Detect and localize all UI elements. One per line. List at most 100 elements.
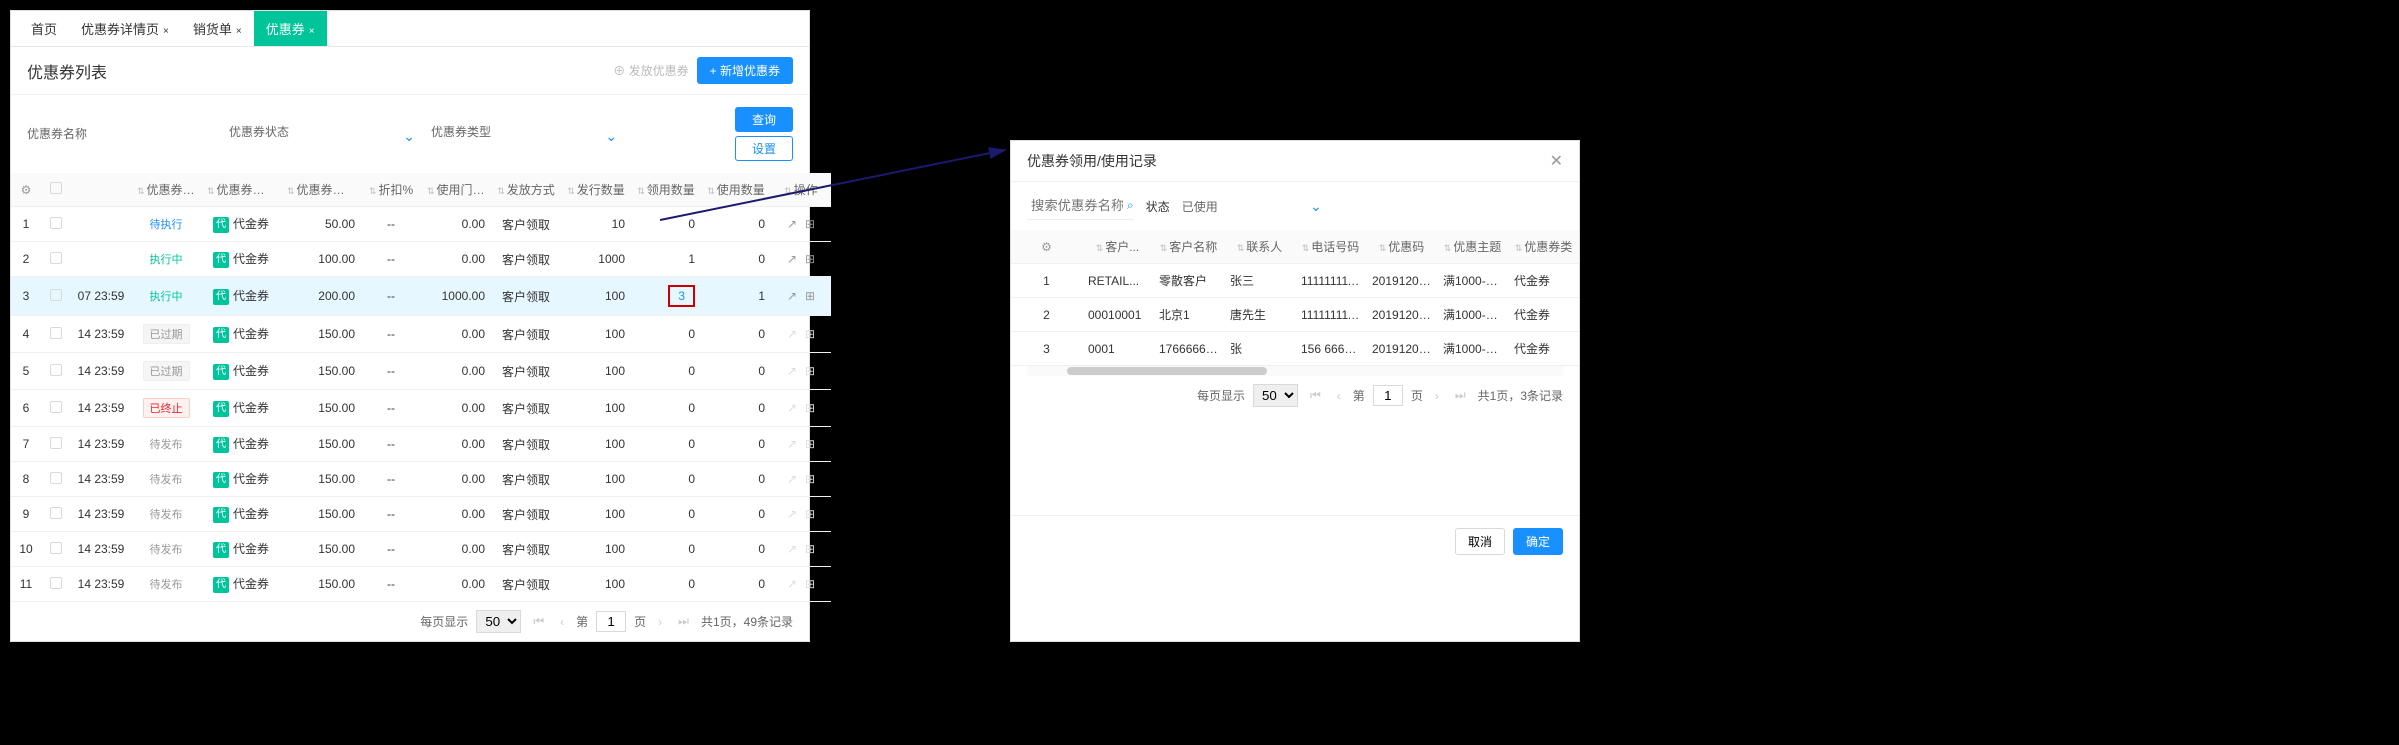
open-icon (787, 327, 797, 341)
tab-item[interactable]: 首页 (19, 11, 69, 46)
voucher-type-icon: 代 (213, 364, 229, 380)
row-checkbox[interactable] (50, 401, 62, 413)
row-checkbox[interactable] (50, 577, 62, 589)
usage-record-modal: 优惠券领用/使用记录 ✕ ⌕ 状态 已使用 ⌄ 客户...客户名称联系人电话号码… (1010, 140, 1580, 642)
usage-table: 客户...客户名称联系人电话号码优惠码优惠主题优惠券类 1RETAIL...零散… (1011, 230, 1579, 366)
tab-item[interactable]: 优惠券× (254, 11, 327, 46)
column-header[interactable]: 联系人 (1224, 230, 1295, 264)
column-header[interactable] (41, 173, 71, 207)
next-page-icon[interactable]: › (654, 615, 666, 629)
table-row[interactable]: 1114 23:59待发布代代金券150.00--0.00客户领取10000 (11, 567, 831, 602)
modal-search-input[interactable] (1027, 194, 1127, 217)
select-all-checkbox[interactable] (50, 182, 62, 194)
column-header[interactable]: 操作 (771, 173, 831, 207)
column-header[interactable]: 发行数量 (561, 173, 631, 207)
table-row[interactable]: 914 23:59待发布代代金券150.00--0.00客户领取10000 (11, 497, 831, 532)
column-header[interactable]: 优惠主题 (1437, 230, 1508, 264)
modal-status-select[interactable]: 已使用 ⌄ (1182, 198, 1322, 215)
close-icon[interactable]: × (236, 26, 242, 37)
tab-item[interactable]: 优惠券详情页× (69, 11, 181, 46)
table-row[interactable]: 514 23:59已过期代代金券150.00--0.00客户领取10000 (11, 353, 831, 390)
column-header[interactable]: 发放方式 (491, 173, 561, 207)
qr-icon[interactable] (805, 217, 815, 231)
column-header[interactable]: 优惠券面值 (281, 173, 361, 207)
gear-icon[interactable] (1041, 240, 1052, 254)
voucher-type-icon: 代 (213, 217, 229, 233)
coupon-status-select[interactable]: ⌄ (295, 128, 415, 145)
row-checkbox[interactable] (50, 472, 62, 484)
modal-pagination-summary: 共1页，3条记录 (1478, 387, 1563, 404)
column-header[interactable]: 使用门槛... (421, 173, 491, 207)
prev-page-icon[interactable]: ‹ (556, 615, 568, 629)
row-checkbox[interactable] (50, 252, 62, 264)
horizontal-scrollbar[interactable] (1027, 366, 1563, 376)
voucher-type-icon: 代 (213, 577, 229, 593)
column-header[interactable]: 客户... (1082, 230, 1153, 264)
column-header[interactable]: 折扣% (361, 173, 421, 207)
confirm-button[interactable]: 确定 (1513, 528, 1563, 555)
page-title: 优惠券列表 (27, 59, 107, 83)
table-row[interactable]: 200010001北京1唐先生11111111111201912070...满1… (1011, 298, 1579, 332)
row-checkbox[interactable] (50, 542, 62, 554)
page-prefix: 第 (576, 613, 588, 630)
distribute-coupon-button[interactable]: ⊕ 发放优惠券 (613, 62, 688, 79)
last-page-icon[interactable]: ⏭ (674, 614, 693, 629)
last-page-icon[interactable]: ⏭ (1451, 388, 1470, 403)
open-icon[interactable] (787, 252, 797, 266)
first-page-icon[interactable]: ⏮ (529, 614, 548, 629)
claimed-count-link[interactable]: 3 (668, 285, 695, 307)
modal-page-input[interactable] (1373, 385, 1403, 406)
column-header[interactable]: 优惠券状态 (131, 173, 201, 207)
next-page-icon[interactable]: › (1431, 389, 1443, 403)
page-number-input[interactable] (596, 611, 626, 632)
open-icon[interactable] (787, 289, 797, 303)
column-header[interactable] (71, 173, 131, 207)
per-page-select[interactable]: 50 (476, 610, 521, 633)
table-row[interactable]: 814 23:59待发布代代金券150.00--0.00客户领取10000 (11, 462, 831, 497)
status-badge: 待执行 (144, 215, 189, 233)
qr-icon[interactable] (805, 289, 815, 303)
add-coupon-button[interactable]: + 新增优惠券 (697, 57, 793, 84)
table-row[interactable]: 714 23:59待发布代代金券150.00--0.00客户领取10000 (11, 427, 831, 462)
modal-per-page-select[interactable]: 50 (1253, 384, 1298, 407)
row-checkbox[interactable] (50, 507, 62, 519)
column-header[interactable]: 客户名称 (1153, 230, 1224, 264)
column-header[interactable]: 电话号码 (1295, 230, 1366, 264)
qr-icon[interactable] (805, 252, 815, 266)
table-row[interactable]: 1RETAIL...零散客户张三11111111111201912070...满… (1011, 264, 1579, 298)
table-row[interactable]: 307 23:59执行中代代金券200.00--1000.00客户领取10031 (11, 277, 831, 316)
cancel-button[interactable]: 取消 (1455, 528, 1505, 555)
close-icon[interactable]: × (163, 26, 169, 37)
table-row[interactable]: 614 23:59已终止代代金券150.00--0.00客户领取10000 (11, 390, 831, 427)
row-checkbox[interactable] (50, 327, 62, 339)
column-header[interactable]: 使用数量 (701, 173, 771, 207)
column-header[interactable]: 优惠码 (1366, 230, 1437, 264)
close-icon[interactable]: × (309, 26, 315, 37)
row-checkbox[interactable] (50, 289, 62, 301)
table-row[interactable]: 414 23:59已过期代代金券150.00--0.00客户领取10000 (11, 316, 831, 353)
column-header[interactable]: 优惠券类型 (201, 173, 281, 207)
column-header[interactable]: 领用数量 (631, 173, 701, 207)
gear-icon[interactable] (21, 183, 32, 197)
column-header[interactable]: 优惠券类 (1508, 230, 1579, 264)
column-header[interactable] (11, 173, 41, 207)
table-row[interactable]: 2执行中代代金券100.00--0.00客户领取100010 (11, 242, 831, 277)
tab-item[interactable]: 销货单× (181, 11, 254, 46)
table-row[interactable]: 1014 23:59待发布代代金券150.00--0.00客户领取10000 (11, 532, 831, 567)
search-button[interactable]: 查询 (735, 107, 793, 132)
coupon-name-input[interactable] (93, 122, 213, 146)
pagination-summary: 共1页，49条记录 (701, 613, 793, 630)
close-icon[interactable]: ✕ (1550, 151, 1563, 171)
settings-button[interactable]: 设置 (735, 136, 793, 161)
row-checkbox[interactable] (50, 217, 62, 229)
table-row[interactable]: 3000117666666666张156 6666 ...201912070..… (1011, 332, 1579, 366)
table-row[interactable]: 1待执行代代金券50.00--0.00客户领取1000 (11, 207, 831, 242)
search-icon[interactable]: ⌕ (1127, 198, 1134, 213)
prev-page-icon[interactable]: ‹ (1333, 389, 1345, 403)
open-icon[interactable] (787, 217, 797, 231)
column-header[interactable] (1011, 230, 1082, 264)
first-page-icon[interactable]: ⏮ (1306, 388, 1325, 403)
row-checkbox[interactable] (50, 437, 62, 449)
row-checkbox[interactable] (50, 364, 62, 376)
coupon-type-select[interactable]: ⌄ (497, 128, 617, 145)
